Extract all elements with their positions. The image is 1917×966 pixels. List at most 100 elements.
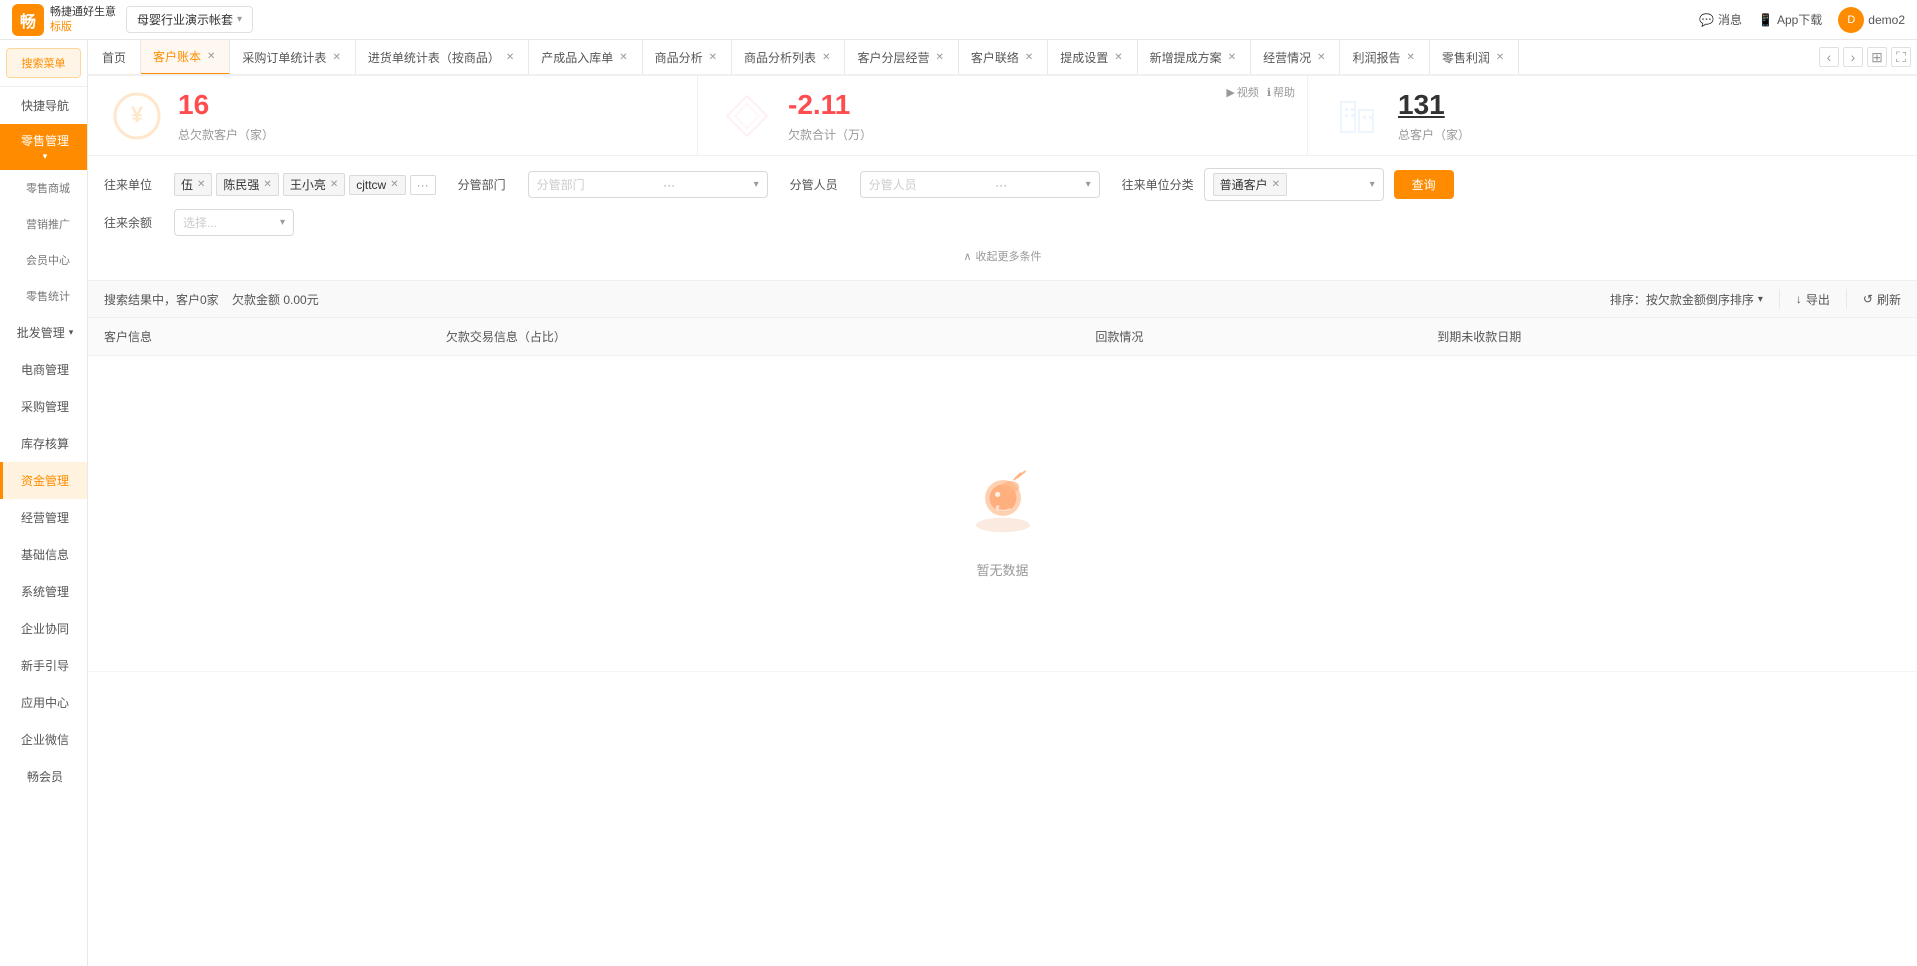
diamond-icon [722,91,772,141]
search-menu-button[interactable]: 搜索菜单 [6,48,81,78]
tab-nav-buttons: ‹ › ⊞ ⛶ [1813,47,1917,67]
table-header-row: 客户信息 欠款交易信息（占比） 回款情况 到期未收款日期 [88,318,1917,356]
help-button[interactable]: ℹ 帮助 [1267,84,1295,100]
collapse-button[interactable]: ∧ 收起更多条件 [963,248,1041,264]
tab-close-icon[interactable]: ✕ [1315,52,1327,63]
remove-unit-class[interactable]: ✕ [1272,179,1280,190]
stat-total-customers: ¥ 16 总欠款客户（家） [88,76,698,155]
tab-customer-tier[interactable]: 客户分层经营 ✕ [845,40,958,75]
collapse-row: ∧ 收起更多条件 [104,244,1901,268]
message-icon: 💬 [1699,13,1714,27]
tab-close-icon[interactable]: ✕ [1112,52,1124,63]
sidebar-item-system[interactable]: 系统管理 [0,573,87,610]
results-summary: 搜索结果中，客户0家 欠款金额 0.00元 [104,291,319,308]
user-menu[interactable]: D demo2 [1838,7,1905,33]
stat-total-debt: -2.11 欠款合计（万） ▶ 视频 ℹ 帮助 [698,76,1308,155]
tab-next-button[interactable]: › [1843,47,1863,67]
sidebar-item-retail-stats[interactable]: 零售统计 [0,278,87,314]
tab-close-icon[interactable]: ✕ [820,52,832,63]
sidebar-item-basic-info[interactable]: 基础信息 [0,536,87,573]
company-select[interactable]: 母婴行业演示帐套 ▾ [126,6,253,33]
unit-filter-tags: 伍 ✕ 陈民强 ✕ 王小亮 ✕ cjttcw ✕ [174,173,436,196]
tab-fullscreen-button[interactable]: ⛶ [1891,47,1911,67]
sidebar-item-retail-mall[interactable]: 零售商城 [0,170,87,206]
sidebar-item-inventory[interactable]: 库存核算 [0,425,87,462]
sidebar-item-wechat[interactable]: 企业微信 [0,721,87,758]
tab-profit-report[interactable]: 利润报告 ✕ [1340,40,1429,75]
tab-purchase-stats[interactable]: 采购订单统计表 ✕ [230,40,355,75]
messages-button[interactable]: 💬 消息 [1699,11,1742,28]
balance-select[interactable]: 选择... ▾ [174,209,294,236]
unit-class-select[interactable]: 普通客户 ✕ ▾ [1204,168,1384,201]
tab-product-analysis[interactable]: 商品分析 ✕ [643,40,732,75]
sidebar-item-member-center[interactable]: 会员中心 [0,242,87,278]
tab-close-icon[interactable]: ✕ [1494,52,1506,63]
remove-tag-chen[interactable]: ✕ [263,179,271,190]
filter-more-button[interactable]: ··· [410,175,436,195]
sidebar-item-retail-manage[interactable]: 零售管理 ▾ [0,124,87,170]
tab-customer-ledger[interactable]: 客户账本 ✕ [141,40,230,75]
tab-close-icon[interactable]: ✕ [933,52,945,63]
refresh-icon: ↺ [1863,292,1873,306]
stat-help-buttons: ▶ 视频 ℹ 帮助 [1226,84,1295,100]
col-debt-info: 欠款交易信息（占比） [430,318,1080,356]
ellipsis-icon: ··· [663,178,675,192]
sidebar-item-quick-nav[interactable]: 快捷导航 [0,87,87,124]
tab-expand-button[interactable]: ⊞ [1867,47,1887,67]
export-icon: ↓ [1796,292,1802,306]
unit-tag-chen: 陈民强 ✕ [216,173,278,196]
remove-tag-wang[interactable]: ✕ [330,179,338,190]
person-select[interactable]: 分管人员 ··· ▾ [860,171,1100,198]
sidebar-item-wholesale[interactable]: 批发管理 ▾ [0,314,87,351]
tab-close-icon[interactable]: ✕ [504,52,516,63]
sort-select[interactable]: 排序：按欠款金额倒序排序 ▾ [1610,291,1763,308]
col-repayment: 回款情况 [1079,318,1421,356]
tab-close-icon[interactable]: ✕ [617,52,629,63]
tab-home[interactable]: 首页 [88,40,141,75]
table-header: 客户信息 欠款交易信息（占比） 回款情况 到期未收款日期 [88,318,1917,356]
sidebar-item-finance[interactable]: 资金管理 [0,462,87,499]
tab-retail-profit[interactable]: 零售利润 ✕ [1430,40,1519,75]
sidebar-item-ecommerce[interactable]: 电商管理 [0,351,87,388]
export-button[interactable]: ↓ 导出 [1796,291,1830,308]
refresh-button[interactable]: ↺ 刷新 [1863,291,1901,308]
tab-close-icon[interactable]: ✕ [1023,52,1035,63]
app-download-button[interactable]: 📱 App下载 [1758,11,1822,28]
tab-product-analysis-list[interactable]: 商品分析列表 ✕ [732,40,845,75]
remove-tag-cj[interactable]: ✕ [390,179,398,190]
query-button[interactable]: 查询 [1394,170,1454,199]
divider [1779,289,1780,309]
results-actions: 排序：按欠款金额倒序排序 ▾ ↓ 导出 ↺ 刷新 [1610,289,1901,309]
sidebar-item-newbie[interactable]: 新手引导 [0,647,87,684]
building-icon [1332,91,1382,141]
tab-product-inbound[interactable]: 产成品入库单 ✕ [529,40,642,75]
tab-close-icon[interactable]: ✕ [1226,52,1238,63]
tab-commission-settings[interactable]: 提成设置 ✕ [1048,40,1137,75]
unit-tag-wu: 伍 ✕ [174,173,212,196]
sidebar-item-app-center[interactable]: 应用中心 [0,684,87,721]
data-table: 客户信息 欠款交易信息（占比） 回款情况 到期未收款日期 [88,318,1917,672]
table-body: 暂无数据 [88,356,1917,672]
tab-close-icon[interactable]: ✕ [205,51,217,62]
stat-numbers-all: 131 总客户（家） [1398,88,1470,143]
sidebar-search: 搜索菜单 [0,40,87,87]
tab-new-commission[interactable]: 新增提成方案 ✕ [1138,40,1251,75]
tab-inbound-stats[interactable]: 进货单统计表（按商品） ✕ [356,40,529,75]
sidebar-item-member[interactable]: 畅会员 [0,758,87,795]
sidebar-item-purchase[interactable]: 采购管理 [0,388,87,425]
sidebar-item-collab[interactable]: 企业协同 [0,610,87,647]
video-help-button[interactable]: ▶ 视频 [1226,84,1258,100]
tab-customer-contact[interactable]: 客户联络 ✕ [959,40,1048,75]
remove-tag-wu[interactable]: ✕ [197,179,205,190]
sidebar-item-marketing[interactable]: 营销推广 [0,206,87,242]
tab-prev-button[interactable]: ‹ [1819,47,1839,67]
tab-business-status[interactable]: 经营情况 ✕ [1251,40,1340,75]
yuan-icon: ¥ [112,91,162,141]
tab-close-icon[interactable]: ✕ [1405,52,1417,63]
dept-select[interactable]: 分管部门 ··· ▾ [528,171,768,198]
tab-close-icon[interactable]: ✕ [707,52,719,63]
sidebar-item-operations[interactable]: 经营管理 [0,499,87,536]
stats-row: ¥ 16 总欠款客户（家） [88,76,1917,156]
tab-close-icon[interactable]: ✕ [330,52,342,63]
dept-filter-label: 分管部门 [458,176,518,193]
